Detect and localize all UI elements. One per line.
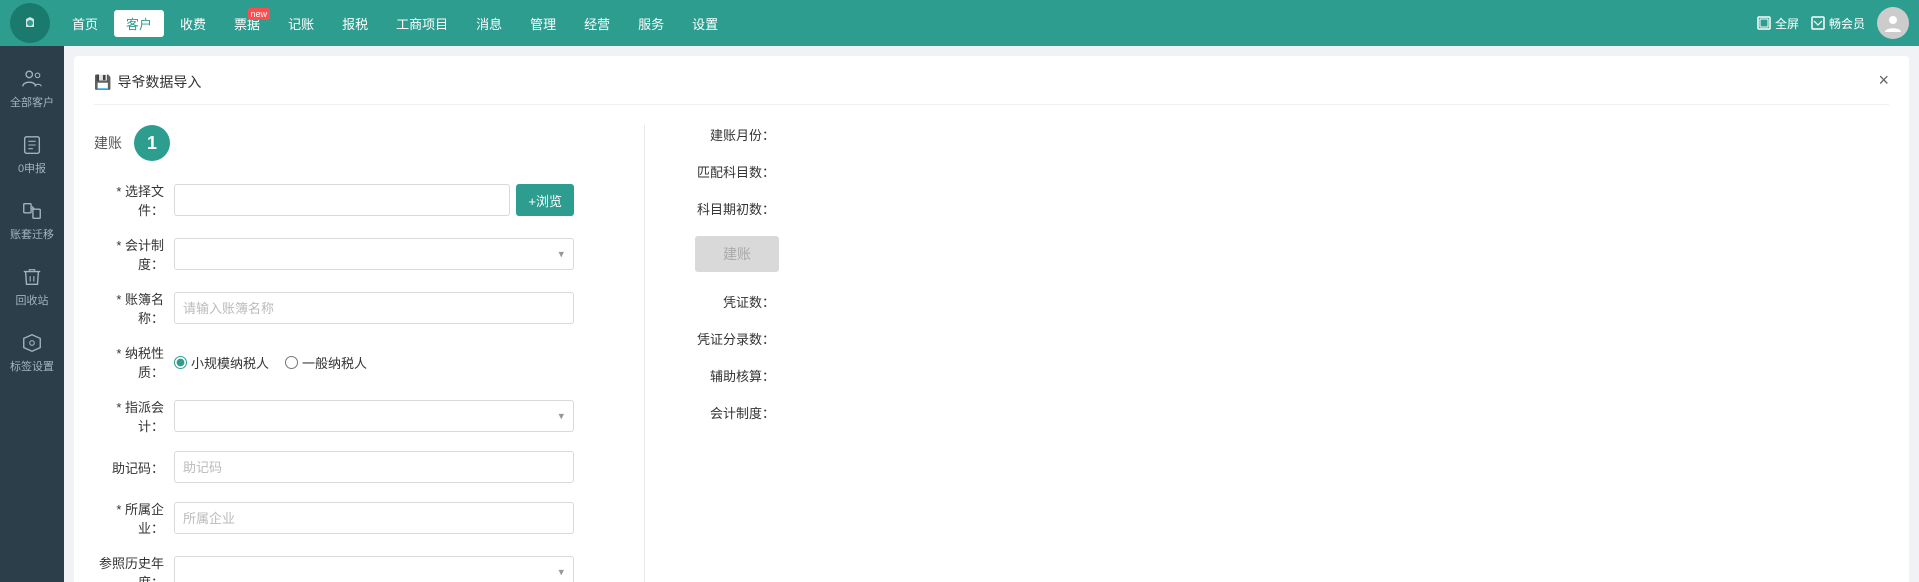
sidebar-item-declaration[interactable]: 0申报	[0, 122, 64, 188]
form-left: 建账 1 * 选择文件： +浏览	[94, 125, 614, 582]
subject-init-row: 科目期初数：	[695, 199, 1889, 218]
ledger-name-row: * 账簿名称：	[94, 289, 574, 327]
memo-code-label: 助记码：	[94, 458, 174, 477]
page-title: 导爷数据导入	[117, 72, 201, 92]
accounting-system-row: * 会计制度：	[94, 235, 574, 273]
history-year-label: 参照历史年度：	[94, 553, 174, 582]
nav-item-message[interactable]: 消息	[464, 10, 514, 37]
form-right: 建账月份： 匹配科目数： 科目期初数： 建账	[675, 125, 1889, 582]
tax-type-label: * 纳税性质：	[94, 343, 174, 381]
app-logo	[10, 3, 50, 43]
company-label: * 所属企业：	[94, 499, 174, 537]
match-subjects-row: 匹配科目数：	[695, 162, 1889, 181]
vouchers-row: 凭证数：	[695, 292, 1889, 311]
step-label: 建账	[94, 133, 122, 153]
accounting-system-control	[174, 238, 574, 270]
nav-item-service[interactable]: 服务	[626, 10, 676, 37]
content-area: 💾 导爷数据导入 × 建账 1 * 选择文件：	[64, 46, 1919, 582]
sidebar: 全部客户 0申报 账套迁移 回收站	[0, 46, 64, 582]
memo-code-input[interactable]	[174, 451, 574, 483]
subject-init-label: 科目期初数：	[695, 199, 785, 218]
tax-type-small-radio[interactable]: 小规模纳税人	[174, 353, 269, 372]
memo-code-control	[174, 451, 574, 483]
page-panel: 💾 导爷数据导入 × 建账 1 * 选择文件：	[74, 56, 1909, 582]
build-month-label: 建账月份：	[695, 125, 785, 144]
nav-menu: 首页 客户 收费 票据 new 记账 报税 工商项目 消息 管理 经营 服务 设…	[60, 10, 1757, 37]
page-title-bar: 💾 导爷数据导入	[94, 72, 1889, 105]
aux-accounting-label: 辅助核算：	[695, 366, 785, 385]
tax-type-control: 小规模纳税人 一般纳税人	[174, 353, 574, 372]
nav-item-operation[interactable]: 经营	[572, 10, 622, 37]
ledger-name-input[interactable]	[174, 292, 574, 324]
avatar[interactable]	[1877, 7, 1909, 39]
history-year-control	[174, 556, 574, 582]
ledger-name-label: * 账簿名称：	[94, 289, 174, 327]
select-file-label: * 选择文件：	[94, 181, 174, 219]
aux-accounting-row: 辅助核算：	[695, 366, 1889, 385]
nav-item-invoice[interactable]: 票据 new	[222, 10, 272, 37]
sidebar-item-tag-settings[interactable]: 标签设置	[0, 320, 64, 386]
form-container: 建账 1 * 选择文件： +浏览	[94, 125, 1889, 582]
vouchers-label: 凭证数：	[695, 292, 785, 311]
tax-type-row: * 纳税性质： 小规模纳税人 一般纳税人	[94, 343, 574, 381]
import-icon: 💾	[94, 74, 111, 91]
vip-button[interactable]: 畅会员	[1811, 15, 1865, 32]
ledger-name-control	[174, 292, 574, 324]
voucher-entries-row: 凭证分录数：	[695, 329, 1889, 348]
sidebar-item-all-customers[interactable]: 全部客户	[0, 56, 64, 122]
memo-code-row: 助记码：	[94, 451, 574, 483]
new-badge: new	[248, 8, 271, 20]
nav-item-manage[interactable]: 管理	[518, 10, 568, 37]
assign-accountant-control	[174, 400, 574, 432]
sidebar-item-recycle[interactable]: 回收站	[0, 254, 64, 320]
step-circle: 1	[134, 125, 170, 161]
close-button[interactable]: ×	[1878, 70, 1889, 91]
nav-item-customer[interactable]: 客户	[114, 10, 164, 37]
assign-accountant-select[interactable]	[174, 400, 574, 432]
accounting-system-right-label: 会计制度：	[695, 403, 785, 422]
nav-item-business[interactable]: 工商项目	[384, 10, 460, 37]
tax-type-general-radio[interactable]: 一般纳税人	[285, 353, 367, 372]
nav-item-ledger[interactable]: 记账	[276, 10, 326, 37]
fullscreen-button[interactable]: 全屏	[1757, 15, 1799, 32]
browse-button[interactable]: +浏览	[516, 184, 574, 216]
history-year-row: 参照历史年度：	[94, 553, 574, 582]
main-layout: 全部客户 0申报 账套迁移 回收站	[0, 46, 1919, 582]
build-month-row: 建账月份：	[695, 125, 1889, 144]
accounting-system-right-row: 会计制度：	[695, 403, 1889, 422]
nav-right: 全屏 畅会员	[1757, 7, 1909, 39]
select-file-control: +浏览	[174, 184, 574, 216]
nav-item-home[interactable]: 首页	[60, 10, 110, 37]
company-control	[174, 502, 574, 534]
assign-accountant-label: * 指派会计：	[94, 397, 174, 435]
company-input[interactable]	[174, 502, 574, 534]
nav-item-settings[interactable]: 设置	[680, 10, 730, 37]
accounting-system-select[interactable]	[174, 238, 574, 270]
step-header: 建账 1	[94, 125, 574, 161]
accounting-system-label: * 会计制度：	[94, 235, 174, 273]
assign-accountant-row: * 指派会计：	[94, 397, 574, 435]
history-year-select[interactable]	[174, 556, 574, 582]
build-account-button: 建账	[695, 236, 779, 272]
match-subjects-label: 匹配科目数：	[695, 162, 785, 181]
company-row: * 所属企业：	[94, 499, 574, 537]
nav-item-collection[interactable]: 收费	[168, 10, 218, 37]
voucher-entries-label: 凭证分录数：	[695, 329, 785, 348]
nav-item-tax[interactable]: 报税	[330, 10, 380, 37]
top-navigation: 首页 客户 收费 票据 new 记账 报税 工商项目 消息 管理 经营 服务 设…	[0, 0, 1919, 46]
select-file-input[interactable]	[174, 184, 510, 216]
sidebar-item-account-migrate[interactable]: 账套迁移	[0, 188, 64, 254]
vertical-divider	[644, 125, 645, 582]
select-file-row: * 选择文件： +浏览	[94, 181, 574, 219]
